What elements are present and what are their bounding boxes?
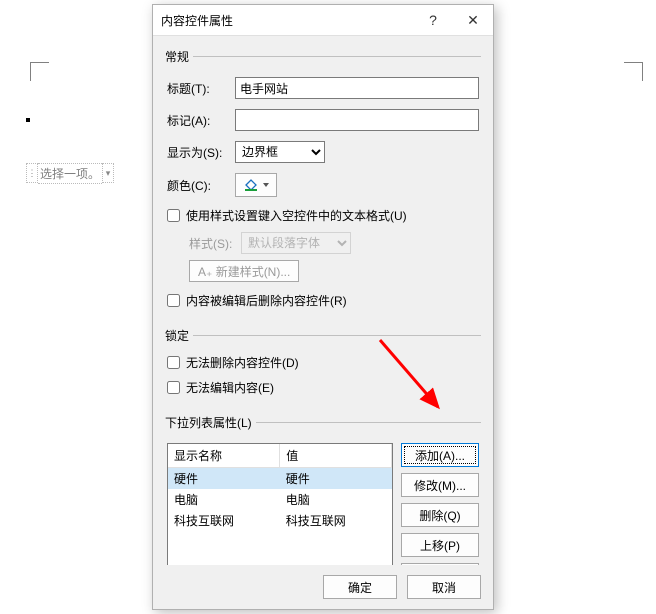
cell-name: 硬件	[168, 468, 280, 490]
remove-after-edit-checkbox[interactable]	[167, 294, 180, 307]
table-row[interactable]: 科技互联网科技互联网	[168, 510, 392, 531]
title-label: 标题(T):	[167, 80, 235, 97]
dialog-title: 内容控件属性	[153, 12, 413, 29]
dropdown-handle-icon: ▾	[102, 163, 114, 183]
general-legend: 常规	[165, 48, 193, 65]
use-style-checkbox[interactable]	[167, 209, 180, 222]
help-button[interactable]: ?	[413, 5, 453, 35]
cell-value: 科技互联网	[280, 510, 392, 531]
use-style-label: 使用样式设置键入空控件中的文本格式(U)	[186, 207, 407, 224]
placeholder-text: 选择一项。	[38, 163, 102, 184]
style-select: 默认段落字体	[241, 232, 351, 254]
tag-input[interactable]	[235, 109, 479, 131]
dropdown-listbox[interactable]: 显示名称 值 硬件硬件电脑电脑科技互联网科技互联网	[167, 443, 393, 565]
dropdown-group: 下拉列表属性(L) 显示名称 值 硬件硬件电脑电脑科技互联网科技互联网	[165, 414, 481, 565]
moveup-button[interactable]: 上移(P)	[401, 533, 479, 557]
handle-icon: ⋮	[26, 163, 38, 183]
cell-value: 硬件	[280, 468, 392, 490]
new-style-icon: A₊	[198, 265, 212, 279]
tag-label: 标记(A):	[167, 112, 235, 129]
color-picker-button[interactable]	[235, 173, 277, 197]
insertion-caret	[26, 118, 30, 122]
general-group: 常规 标题(T): 标记(A): 显示为(S): 边界框 颜色(C):	[165, 48, 481, 317]
title-input[interactable]	[235, 77, 479, 99]
chevron-down-icon	[263, 183, 269, 187]
color-label: 颜色(C):	[167, 177, 235, 194]
crop-mark-top-left	[30, 62, 49, 81]
dropdown-legend: 下拉列表属性(L)	[165, 414, 256, 431]
column-header-name[interactable]: 显示名称	[168, 444, 280, 468]
display-select[interactable]: 边界框	[235, 141, 325, 163]
dialog-footer: 确定 取消	[153, 565, 493, 609]
table-row[interactable]: 硬件硬件	[168, 468, 392, 490]
lock-edit-checkbox[interactable]	[167, 381, 180, 394]
lock-edit-label: 无法编辑内容(E)	[186, 379, 274, 396]
lock-delete-label: 无法删除内容控件(D)	[186, 354, 299, 371]
lock-delete-checkbox[interactable]	[167, 356, 180, 369]
cancel-button[interactable]: 取消	[407, 575, 481, 599]
paint-bucket-icon	[243, 177, 259, 193]
lock-group: 锁定 无法删除内容控件(D) 无法编辑内容(E)	[165, 327, 481, 404]
column-header-value[interactable]: 值	[280, 444, 392, 468]
close-button[interactable]: ✕	[453, 5, 493, 35]
new-style-label: 新建样式(N)...	[216, 265, 291, 279]
ok-button[interactable]: 确定	[323, 575, 397, 599]
new-style-button: A₊ 新建样式(N)...	[189, 260, 299, 282]
cell-name: 电脑	[168, 489, 280, 510]
cell-name: 科技互联网	[168, 510, 280, 531]
style-label: 样式(S):	[189, 235, 241, 252]
modify-button[interactable]: 修改(M)...	[401, 473, 479, 497]
titlebar: 内容控件属性 ? ✕	[153, 5, 493, 36]
content-control-placeholder[interactable]: ⋮ 选择一项。 ▾	[26, 164, 114, 182]
table-row[interactable]: 电脑电脑	[168, 489, 392, 510]
add-button[interactable]: 添加(A)...	[401, 443, 479, 467]
cell-value: 电脑	[280, 489, 392, 510]
content-control-properties-dialog: 内容控件属性 ? ✕ 常规 标题(T): 标记(A): 显示为(S): 边界框	[152, 4, 494, 610]
crop-mark-top-right	[624, 62, 643, 81]
lock-legend: 锁定	[165, 327, 193, 344]
delete-button[interactable]: 删除(Q)	[401, 503, 479, 527]
display-label: 显示为(S):	[167, 144, 235, 161]
remove-after-edit-label: 内容被编辑后删除内容控件(R)	[186, 292, 347, 309]
